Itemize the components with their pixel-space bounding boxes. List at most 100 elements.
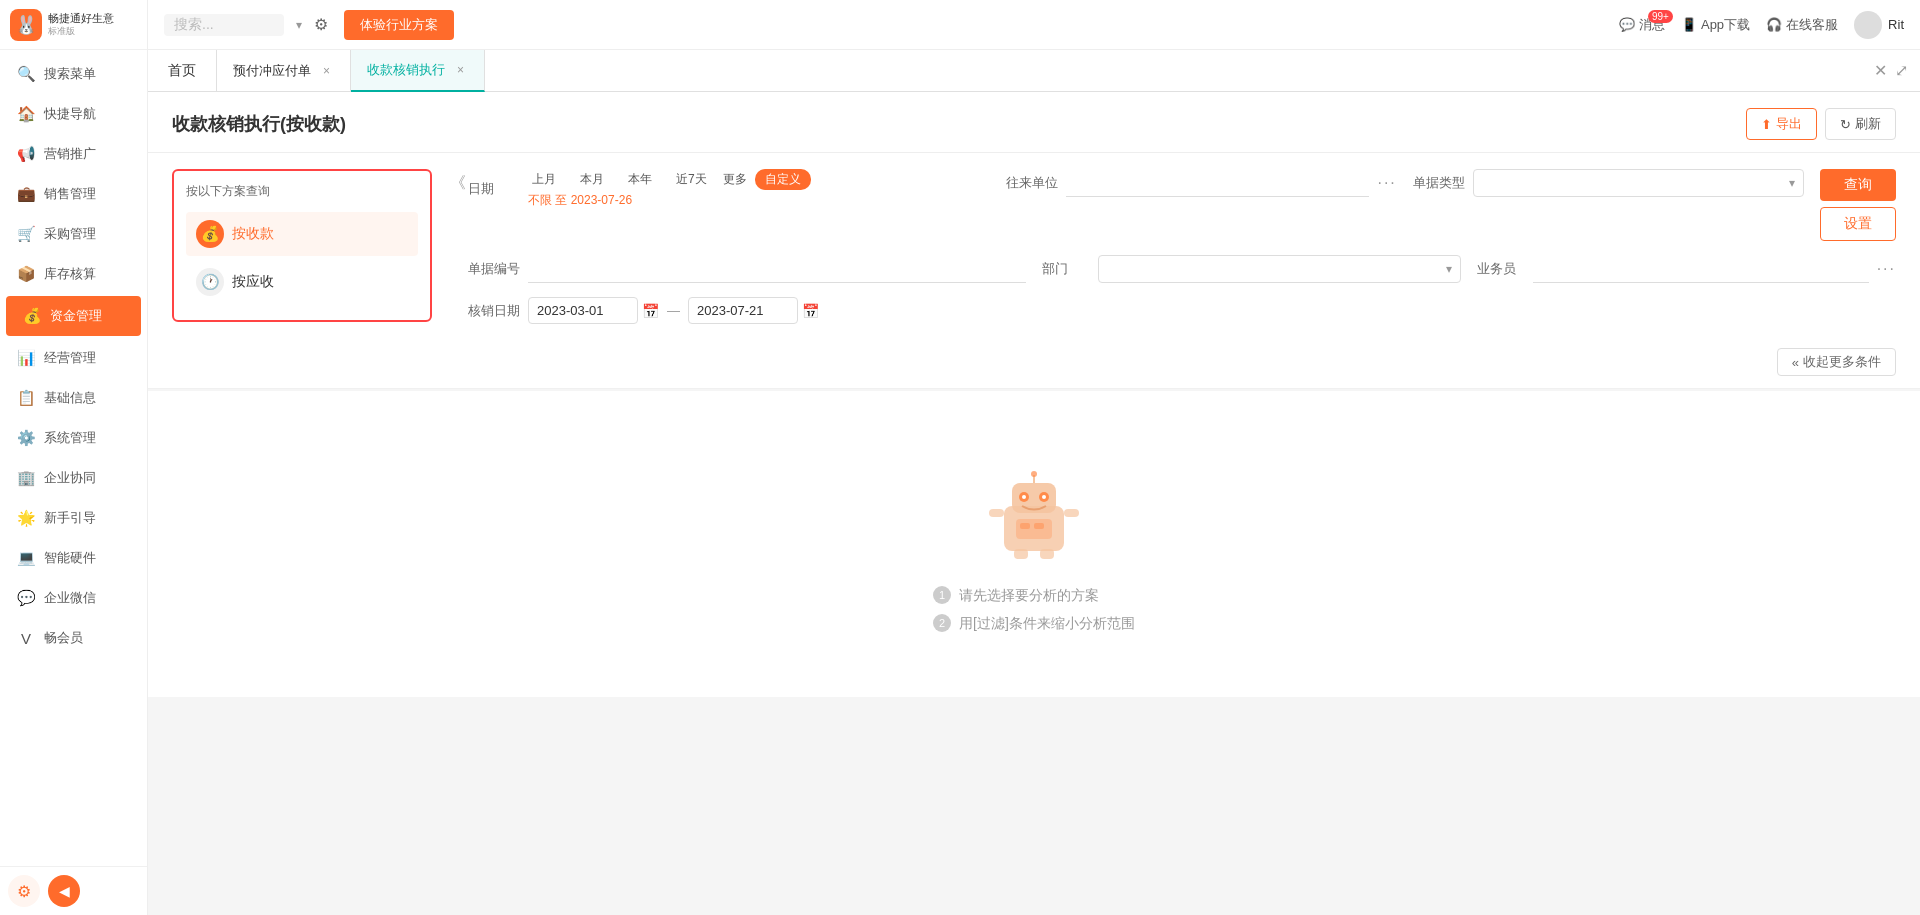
sidebar-item-库存核算[interactable]: 📦 库存核算 <box>0 254 147 294</box>
page-actions: ⬆ 导出 ↻ 刷新 <box>1746 108 1896 140</box>
filter-option-by-receivable[interactable]: 🕐 按应收 <box>186 260 418 304</box>
sidebar-item-资金管理[interactable]: 💰 资金管理 <box>6 296 141 336</box>
sidebar-item-企业微信[interactable]: 💬 企业微信 <box>0 578 147 618</box>
verify-date-label: 核销日期 <box>468 302 520 320</box>
export-btn[interactable]: ⬆ 导出 <box>1746 108 1817 140</box>
sidebar-item-label-5: 库存核算 <box>44 265 96 283</box>
dept-label: 部门 <box>1042 260 1090 278</box>
sidebar-item-icon-10: 🏢 <box>16 468 36 488</box>
dept-chevron-icon: ▾ <box>1446 262 1452 276</box>
sidebar-item-畅会员[interactable]: V 畅会员 <box>0 618 147 658</box>
date-7-days[interactable]: 近7天 <box>668 169 715 190</box>
online-service-btn[interactable]: 🎧 在线客服 <box>1766 16 1838 34</box>
user-avatar <box>1854 11 1882 39</box>
empty-tips: 1 请先选择要分析的方案 2 用[过滤]条件来缩小分析范围 <box>933 581 1135 637</box>
bill-type-label: 单据类型 <box>1413 174 1465 192</box>
svg-rect-12 <box>1034 523 1044 529</box>
main-area: 搜索... ▾ ⚙ 体验行业方案 💬 消息 99+ 📱 App下载 🎧 在线客服… <box>148 0 1920 915</box>
date-custom-active[interactable]: 自定义 <box>755 169 811 190</box>
sidebar-collapse-btn[interactable]: ◀ <box>48 875 80 907</box>
sidebar-item-营销推广[interactable]: 📢 营销推广 <box>0 134 147 174</box>
refresh-btn[interactable]: ↻ 刷新 <box>1825 108 1896 140</box>
sidebar-item-搜索菜单[interactable]: 🔍 搜索菜单 <box>0 54 147 94</box>
filter-option-by-receivable-label: 按应收 <box>232 273 274 291</box>
refresh-icon: ↻ <box>1840 117 1851 132</box>
verify-date-start-calendar-icon[interactable]: 📅 <box>642 303 659 319</box>
sidebar-item-icon-1: 🏠 <box>16 104 36 124</box>
sidebar-item-智能硬件[interactable]: 💻 智能硬件 <box>0 538 147 578</box>
tab-prepay-close[interactable]: × <box>319 62 334 80</box>
svg-rect-9 <box>1064 509 1079 517</box>
date-dash: — <box>663 303 684 318</box>
svg-rect-14 <box>1040 549 1054 559</box>
sidebar-item-icon-9: ⚙️ <box>16 428 36 448</box>
filter-option-by-receipt[interactable]: 💰 按收款 <box>186 212 418 256</box>
page-header: 收款核销执行(按收款) ⬆ 导出 ↻ 刷新 <box>148 92 1920 153</box>
verify-date-end-input[interactable] <box>688 297 798 324</box>
date-last-month[interactable]: 上月 <box>524 169 564 190</box>
filter-option-by-receipt-label: 按收款 <box>232 225 274 243</box>
date-more[interactable]: 更多 <box>723 171 747 188</box>
partner-more-icon[interactable]: ··· <box>1377 174 1396 192</box>
tab-home[interactable]: 首页 <box>148 50 217 92</box>
svg-point-5 <box>1042 495 1046 499</box>
sidebar-item-经营管理[interactable]: 📊 经营管理 <box>0 338 147 378</box>
notification-badge: 99+ <box>1648 10 1673 23</box>
panel-collapse-arrow[interactable]: 《 <box>448 173 468 194</box>
sidebar-item-基础信息[interactable]: 📋 基础信息 <box>0 378 147 418</box>
sidebar-item-新手引导[interactable]: 🌟 新手引导 <box>0 498 147 538</box>
user-menu[interactable]: Rit <box>1854 11 1904 39</box>
logo-icon: 🐰 <box>10 9 42 41</box>
sidebar-item-label-11: 新手引导 <box>44 509 96 527</box>
sidebar-item-快捷导航[interactable]: 🏠 快捷导航 <box>0 94 147 134</box>
sidebar-item-icon-5: 📦 <box>16 264 36 284</box>
sidebar-item-icon-0: 🔍 <box>16 64 36 84</box>
messages-btn[interactable]: 💬 消息 99+ <box>1619 16 1665 34</box>
sidebar-item-企业协同[interactable]: 🏢 企业协同 <box>0 458 147 498</box>
settings-icon[interactable]: ⚙ <box>8 875 40 907</box>
sidebar-item-采购管理[interactable]: 🛒 采购管理 <box>0 214 147 254</box>
svg-point-7 <box>1031 471 1037 477</box>
sidebar-item-label-12: 智能硬件 <box>44 549 96 567</box>
svg-rect-11 <box>1020 523 1030 529</box>
action-buttons: 查询 设置 <box>1820 169 1896 241</box>
logo-badge: 标准版 <box>48 25 114 38</box>
sidebar-item-label-14: 畅会员 <box>44 629 83 647</box>
empty-illustration <box>984 471 1084 561</box>
staff-more-icon[interactable]: ··· <box>1877 260 1896 278</box>
tip-text-1: 请先选择要分析的方案 <box>959 581 1099 609</box>
svg-point-4 <box>1022 495 1026 499</box>
verify-date-start-input[interactable] <box>528 297 638 324</box>
robot-svg <box>984 471 1084 561</box>
app-download-btn[interactable]: 📱 App下载 <box>1681 16 1750 34</box>
sidebar-item-label-10: 企业协同 <box>44 469 96 487</box>
headset-icon: 🎧 <box>1766 17 1782 32</box>
date-this-month[interactable]: 本月 <box>572 169 612 190</box>
settings-btn[interactable]: 设置 <box>1820 207 1896 241</box>
sidebar-item-系统管理[interactable]: ⚙️ 系统管理 <box>0 418 147 458</box>
sidebar-item-icon-12: 💻 <box>16 548 36 568</box>
verify-date-end-calendar-icon[interactable]: 📅 <box>802 303 819 319</box>
verify-date-field: 核销日期 📅 — 📅 <box>468 297 1896 324</box>
query-btn[interactable]: 查询 <box>1820 169 1896 201</box>
staff-label: 业务员 <box>1477 260 1525 278</box>
filter-row-2: 单据编号 部门 ▾ 业务员 ··· <box>468 255 1896 283</box>
tab-verify[interactable]: 收款核销执行 × <box>351 50 485 92</box>
topbar-chevron-icon[interactable]: ▾ <box>296 18 302 32</box>
sidebar-item-label-9: 系统管理 <box>44 429 96 447</box>
industry-btn[interactable]: 体验行业方案 <box>344 10 454 40</box>
sidebar-item-销售管理[interactable]: 💼 销售管理 <box>0 174 147 214</box>
sidebar-item-icon-14: V <box>16 628 36 648</box>
refresh-label: 刷新 <box>1855 115 1881 133</box>
topbar-gear-icon[interactable]: ⚙ <box>314 15 328 34</box>
collapse-more-btn[interactable]: « 收起更多条件 <box>1777 348 1896 376</box>
filter-right-form: 日期 上月 本月 本年 近7天 更多 自定义 不限 至 <box>468 153 1920 340</box>
export-label: 导出 <box>1776 115 1802 133</box>
partner-label: 往来单位 <box>1006 174 1058 192</box>
date-this-year[interactable]: 本年 <box>620 169 660 190</box>
tab-prepay[interactable]: 预付冲应付单 × <box>217 50 351 92</box>
tab-verify-close[interactable]: × <box>453 61 468 79</box>
close-all-icon[interactable]: ✕ <box>1874 61 1887 80</box>
topbar: 搜索... ▾ ⚙ 体验行业方案 💬 消息 99+ 📱 App下载 🎧 在线客服… <box>148 0 1920 50</box>
expand-icon[interactable]: ⤢ <box>1895 61 1908 80</box>
